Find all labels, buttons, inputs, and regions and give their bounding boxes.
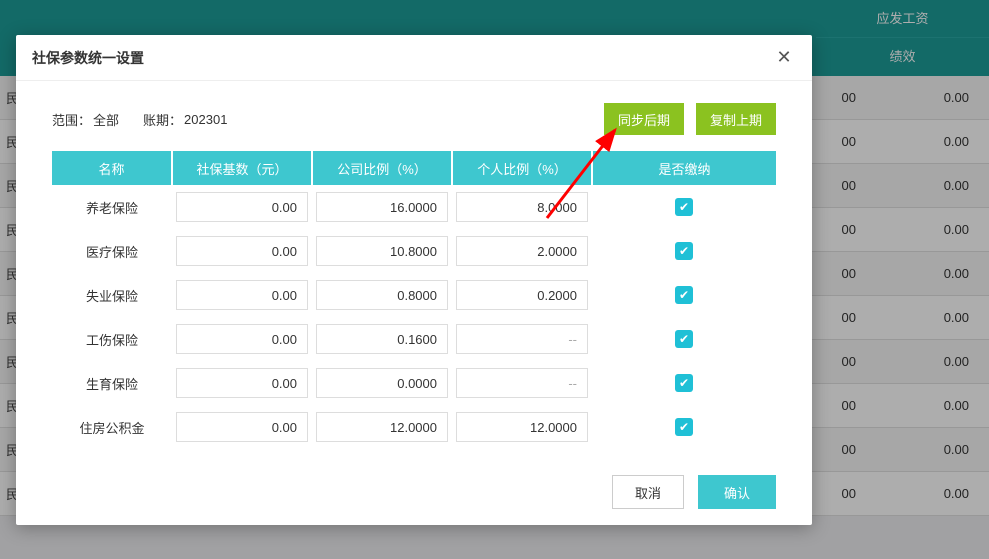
row-name: 养老保险 xyxy=(52,185,172,229)
range-value: 全部 xyxy=(93,110,119,129)
personal-ratio-input[interactable] xyxy=(456,324,588,354)
personal-ratio-input[interactable] xyxy=(456,368,588,398)
modal-footer: 取消 确认 xyxy=(612,475,776,509)
company-ratio-input[interactable] xyxy=(316,192,448,222)
company-ratio-input[interactable] xyxy=(316,324,448,354)
personal-ratio-input[interactable] xyxy=(456,280,588,310)
pay-checkbox[interactable]: ✔ xyxy=(675,418,693,436)
range-label: 范围： xyxy=(52,110,91,129)
modal-body: 范围： 全部 账期： 202301 同步后期 复制上期 名称 社保基数（元） 公… xyxy=(16,81,812,449)
row-name: 工伤保险 xyxy=(52,317,172,361)
table-row: 医疗保险 ✔ xyxy=(52,229,776,273)
sync-later-button[interactable]: 同步后期 xyxy=(604,103,684,135)
company-ratio-input[interactable] xyxy=(316,236,448,266)
row-name: 住房公积金 xyxy=(52,405,172,449)
modal-title: 社保参数统一设置 xyxy=(32,48,144,68)
base-input[interactable] xyxy=(176,412,308,442)
table-row: 工伤保险 ✔ xyxy=(52,317,776,361)
insurance-table: 名称 社保基数（元） 公司比例（%） 个人比例（%） 是否缴纳 养老保险✔医疗保… xyxy=(52,151,776,449)
cancel-button[interactable]: 取消 xyxy=(612,475,684,509)
row-name: 失业保险 xyxy=(52,273,172,317)
social-insurance-modal: 社保参数统一设置 ✕ 范围： 全部 账期： 202301 同步后期 复制上期 名… xyxy=(16,35,812,525)
col-header-name: 名称 xyxy=(52,151,172,185)
col-header-personal: 个人比例（%） xyxy=(452,151,592,185)
table-row: 失业保险 ✔ xyxy=(52,273,776,317)
personal-ratio-input[interactable] xyxy=(456,412,588,442)
table-row: 养老保险 ✔ xyxy=(52,185,776,229)
company-ratio-input[interactable] xyxy=(316,368,448,398)
pay-checkbox[interactable]: ✔ xyxy=(675,330,693,348)
base-input[interactable] xyxy=(176,368,308,398)
company-ratio-input[interactable] xyxy=(316,280,448,310)
base-input[interactable] xyxy=(176,280,308,310)
confirm-button[interactable]: 确认 xyxy=(698,475,776,509)
close-icon[interactable]: ✕ xyxy=(772,46,796,70)
base-input[interactable] xyxy=(176,192,308,222)
personal-ratio-input[interactable] xyxy=(456,192,588,222)
row-name: 医疗保险 xyxy=(52,229,172,273)
period-value: 202301 xyxy=(184,112,227,127)
pay-checkbox[interactable]: ✔ xyxy=(675,374,693,392)
col-header-company: 公司比例（%） xyxy=(312,151,452,185)
col-header-pay: 是否缴纳 xyxy=(592,151,776,185)
period-label: 账期： xyxy=(143,110,182,129)
modal-header: 社保参数统一设置 ✕ xyxy=(16,35,812,81)
company-ratio-input[interactable] xyxy=(316,412,448,442)
pay-checkbox[interactable]: ✔ xyxy=(675,242,693,260)
copy-previous-button[interactable]: 复制上期 xyxy=(696,103,776,135)
pay-checkbox[interactable]: ✔ xyxy=(675,198,693,216)
table-row: 生育保险 ✔ xyxy=(52,361,776,405)
personal-ratio-input[interactable] xyxy=(456,236,588,266)
base-input[interactable] xyxy=(176,236,308,266)
modal-topline: 范围： 全部 账期： 202301 同步后期 复制上期 xyxy=(52,103,776,135)
col-header-base: 社保基数（元） xyxy=(172,151,312,185)
row-name: 生育保险 xyxy=(52,361,172,405)
pay-checkbox[interactable]: ✔ xyxy=(675,286,693,304)
base-input[interactable] xyxy=(176,324,308,354)
table-row: 住房公积金 ✔ xyxy=(52,405,776,449)
